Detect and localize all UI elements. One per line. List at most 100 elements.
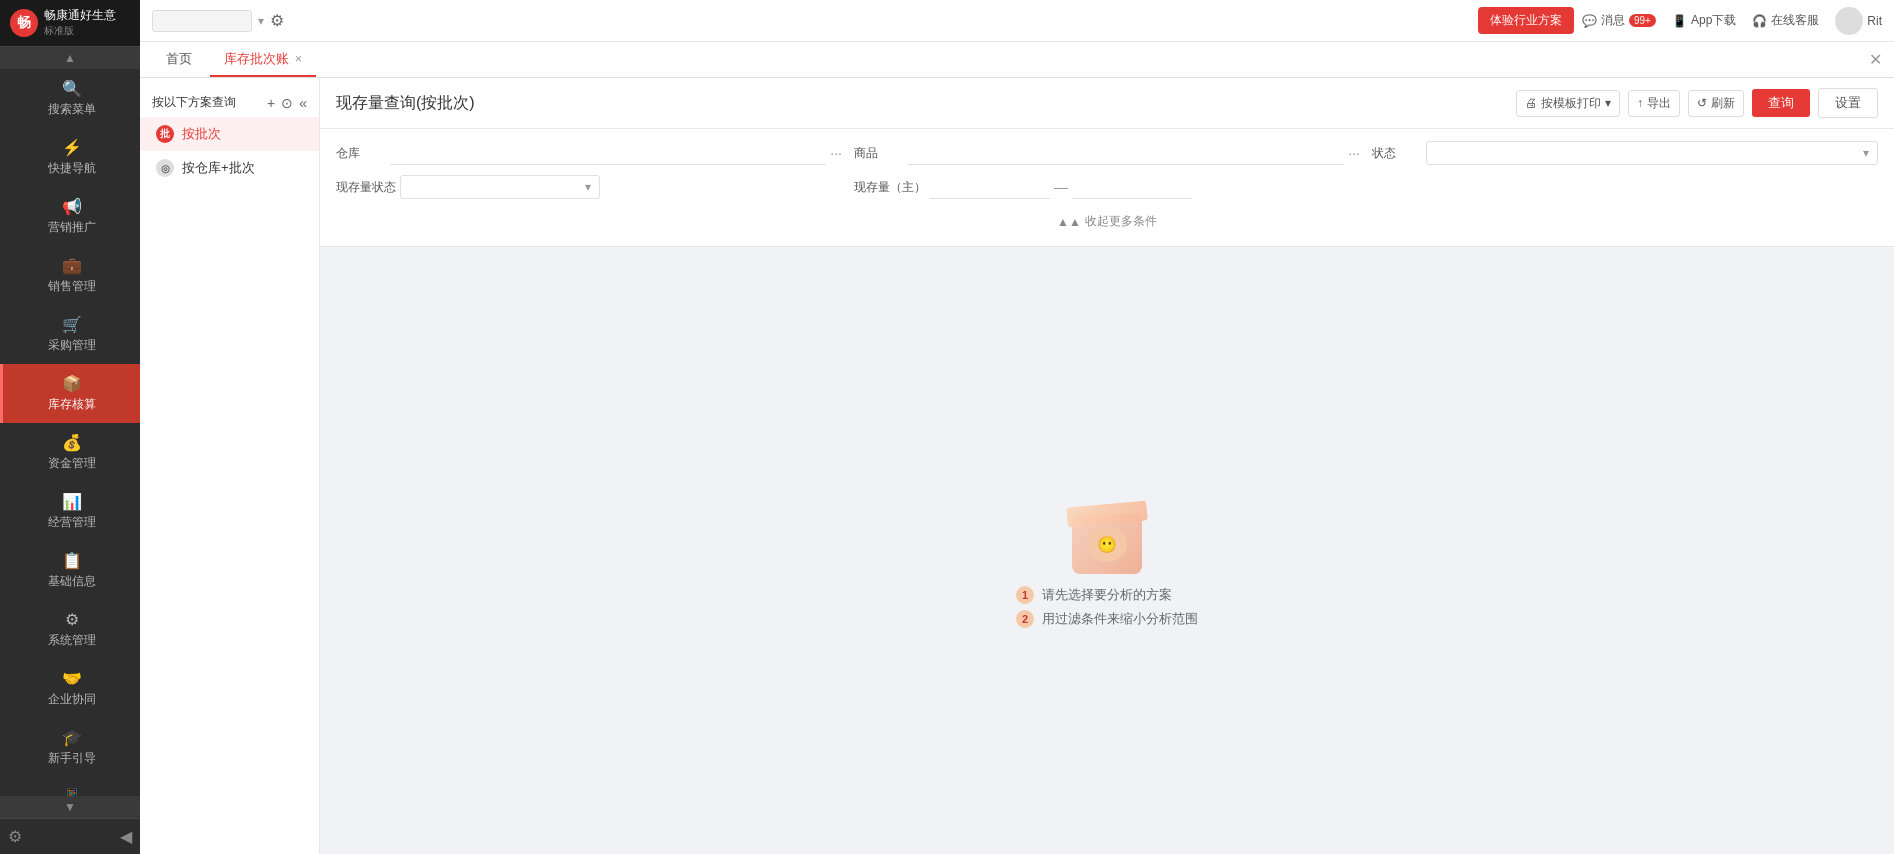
panel-header-title: 按以下方案查询	[152, 94, 236, 111]
sidebar-item-label: 新手引导	[48, 750, 96, 767]
export-icon: ↑	[1637, 96, 1643, 110]
guide-icon: 🎓	[62, 728, 82, 747]
system-icon: ⚙	[65, 610, 79, 629]
topbar-breadcrumb: ▾ ⚙	[152, 10, 1470, 32]
tab-home[interactable]: 首页	[152, 43, 206, 77]
panel-header-actions: + ⊙ «	[267, 95, 307, 111]
app-info: 畅康通好生意 标准版	[44, 8, 116, 38]
tab-inventory-batch-close[interactable]: ×	[295, 53, 302, 65]
refresh-btn[interactable]: ↺ 刷新	[1688, 90, 1744, 117]
goods-field: 商品 ···	[854, 142, 1360, 165]
plan-item-batch[interactable]: 批 按批次	[140, 117, 319, 151]
tabbar: 首页 库存批次账 × ✕	[140, 42, 1894, 78]
user-name: Rit	[1867, 14, 1882, 28]
status-dropdown[interactable]: ▾	[1426, 141, 1878, 165]
sidebar-footer: ⚙ ◀	[0, 818, 140, 854]
plan-item-label: 按仓库+批次	[182, 159, 255, 177]
warehouse-input[interactable]	[390, 142, 826, 165]
print-btn[interactable]: 🖨 按模板打印 ▾	[1516, 90, 1620, 117]
footer-settings-icon[interactable]: ⚙	[8, 827, 22, 846]
plan-item-label: 按批次	[182, 125, 221, 143]
app-download-action[interactable]: 📱 App下载	[1672, 12, 1736, 29]
refresh-icon: ↺	[1697, 96, 1707, 110]
settings-btn[interactable]: 设置	[1818, 88, 1878, 118]
sidebar-item-search[interactable]: 🔍 搜索菜单	[0, 69, 140, 128]
message-icon: 💬	[1582, 14, 1597, 28]
empty-illustration: 😶	[1057, 474, 1157, 574]
tab-actions: ✕	[1869, 50, 1882, 69]
basic-info-icon: 📋	[62, 551, 82, 570]
headset-icon: 🎧	[1752, 14, 1767, 28]
left-panel: 按以下方案查询 + ⊙ « 批 按批次 ◎ 按仓库+批次	[140, 78, 320, 854]
sidebar-item-basic-info[interactable]: 📋 基础信息	[0, 541, 140, 600]
sidebar-item-marketing[interactable]: 📢 营销推广	[0, 187, 140, 246]
topbar-right: 💬 消息 99+ 📱 App下载 🎧 在线客服 Rit	[1582, 7, 1882, 35]
page-actions: 🖨 按模板打印 ▾ ↑ 导出 ↺ 刷新 查询 设置	[1516, 88, 1878, 118]
sales-icon: 💼	[62, 256, 82, 275]
topbar: ▾ ⚙ 体验行业方案 💬 消息 99+ 📱 App下载 🎧 在线客服 Rit	[140, 0, 1894, 42]
goods-input[interactable]	[908, 142, 1344, 165]
sidebar-item-shortcut[interactable]: ⚡ 快捷导航	[0, 128, 140, 187]
online-service-label: 在线客服	[1771, 12, 1819, 29]
sidebar-scroll-down[interactable]: ▼	[0, 796, 140, 818]
sidebar-item-label: 搜索菜单	[48, 101, 96, 118]
tip-text-1: 请先选择要分析的方案	[1042, 586, 1172, 604]
plan-item-warehouse-batch[interactable]: ◎ 按仓库+批次	[140, 151, 319, 185]
tab-inventory-batch[interactable]: 库存批次账 ×	[210, 43, 316, 77]
plan-icon-warehouse-batch: ◎	[156, 159, 174, 177]
stock-qty-from-input[interactable]	[930, 176, 1050, 199]
breadcrumb-arrow-icon[interactable]: ▾	[258, 14, 264, 28]
sidebar-item-appstore[interactable]: 📱 应用中心	[0, 777, 140, 796]
panel-collapse-icon[interactable]: «	[299, 95, 307, 111]
add-plan-icon[interactable]: +	[267, 95, 275, 111]
print-icon: 🖨	[1525, 96, 1537, 110]
filter-area: 仓库 ··· 商品 ··· 状态 ▾	[320, 129, 1894, 247]
purchase-icon: 🛒	[62, 315, 82, 334]
shortcut-icon: ⚡	[62, 138, 82, 157]
stock-status-label: 现存量状态	[336, 179, 396, 196]
content-area: 按以下方案查询 + ⊙ « 批 按批次 ◎ 按仓库+批次 现存量查询(按批次)	[140, 78, 1894, 854]
footer-collapse-icon[interactable]: ◀	[120, 827, 132, 846]
breadcrumb-input[interactable]	[152, 10, 252, 32]
stock-qty-separator: —	[1054, 179, 1068, 195]
query-btn[interactable]: 查询	[1752, 89, 1810, 117]
stock-qty-to-input[interactable]	[1072, 176, 1192, 199]
try-industry-btn[interactable]: 体验行业方案	[1478, 7, 1574, 34]
sidebar-item-label: 经营管理	[48, 514, 96, 531]
sidebar-item-sales[interactable]: 💼 销售管理	[0, 246, 140, 305]
sidebar-item-label: 系统管理	[48, 632, 96, 649]
empty-face: 😶	[1087, 527, 1127, 562]
status-dropdown-icon: ▾	[1863, 146, 1869, 160]
goods-label: 商品	[854, 145, 904, 162]
panel-header: 按以下方案查询 + ⊙ «	[140, 88, 319, 117]
sidebar-item-label: 营销推广	[48, 219, 96, 236]
collapse-more-btn[interactable]: ▲▲ 收起更多条件	[1057, 209, 1157, 234]
sidebar-item-inventory[interactable]: 📦 库存核算	[0, 364, 140, 423]
page-titlebar: 现存量查询(按批次) 🖨 按模板打印 ▾ ↑ 导出 ↺ 刷新	[320, 78, 1894, 129]
sidebar-scroll-up[interactable]: ▲	[0, 47, 140, 69]
sidebar-item-label: 企业协同	[48, 691, 96, 708]
topbar-gear-icon[interactable]: ⚙	[270, 11, 284, 30]
sidebar-item-system[interactable]: ⚙ 系统管理	[0, 600, 140, 659]
stock-status-dropdown[interactable]: ▾	[400, 175, 600, 199]
empty-tip-1: 1 请先选择要分析的方案	[1016, 586, 1198, 604]
export-btn[interactable]: ↑ 导出	[1628, 90, 1680, 117]
sidebar-item-operations[interactable]: 📊 经营管理	[0, 482, 140, 541]
user-avatar-action[interactable]: Rit	[1835, 7, 1882, 35]
sidebar-item-enterprise[interactable]: 🤝 企业协同	[0, 659, 140, 718]
tab-close-all-btn[interactable]: ✕	[1869, 50, 1882, 69]
sidebar-item-guide[interactable]: 🎓 新手引导	[0, 718, 140, 777]
warehouse-dots[interactable]: ···	[830, 145, 842, 161]
phone-icon: 📱	[1672, 14, 1687, 28]
goods-dots[interactable]: ···	[1348, 145, 1360, 161]
plan-settings-icon[interactable]: ⊙	[281, 95, 293, 111]
online-service-action[interactable]: 🎧 在线客服	[1752, 12, 1819, 29]
filter-row-2: 现存量状态 ▾ 现存量（主） —	[336, 175, 1878, 199]
messages-action[interactable]: 💬 消息 99+	[1582, 12, 1656, 29]
empty-tips: 1 请先选择要分析的方案 2 用过滤条件来缩小分析范围	[1016, 586, 1198, 628]
sidebar-item-finance[interactable]: 💰 资金管理	[0, 423, 140, 482]
plan-icon-batch: 批	[156, 125, 174, 143]
print-dropdown-icon[interactable]: ▾	[1605, 96, 1611, 110]
sidebar-item-purchase[interactable]: 🛒 采购管理	[0, 305, 140, 364]
appstore-icon: 📱	[62, 787, 82, 796]
